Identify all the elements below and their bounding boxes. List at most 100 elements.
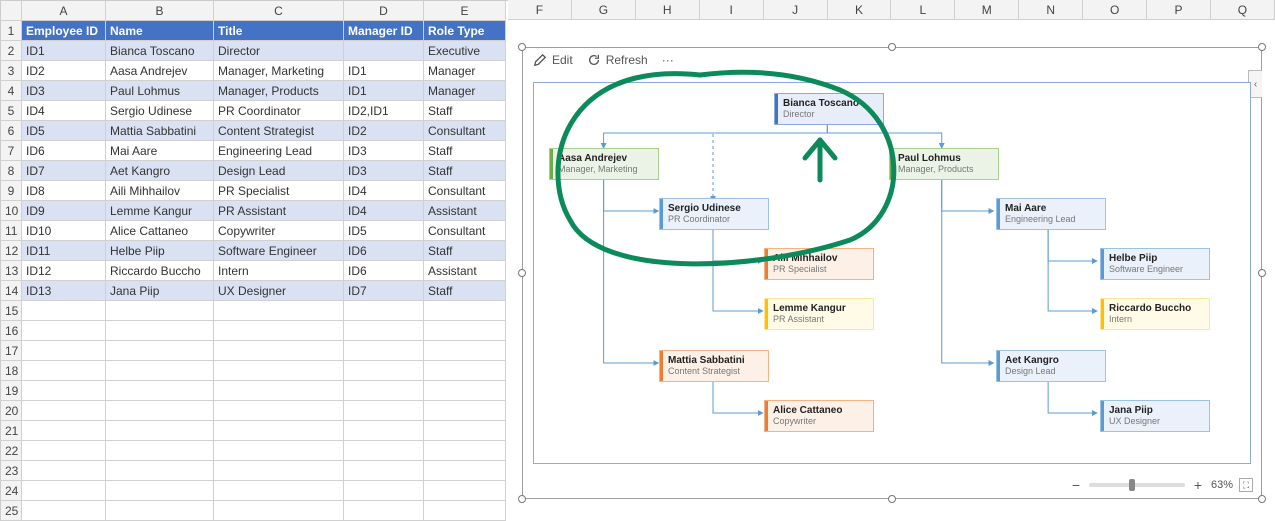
org-node-staff[interactable]: Mai AareEngineering Lead <box>996 198 1106 230</box>
cell[interactable] <box>22 401 106 421</box>
zoom-in-button[interactable]: + <box>1191 478 1205 492</box>
resize-handle[interactable] <box>1258 269 1266 277</box>
col-head-g[interactable]: G <box>572 0 636 20</box>
cell[interactable] <box>22 341 106 361</box>
cell[interactable] <box>106 481 214 501</box>
col-head-e[interactable]: E <box>424 1 506 21</box>
cell[interactable]: Consultant <box>424 121 506 141</box>
cell[interactable]: ID2,ID1 <box>344 101 424 121</box>
cell[interactable]: ID3 <box>344 161 424 181</box>
cell[interactable] <box>424 481 506 501</box>
chart-canvas[interactable]: Bianca ToscanoDirector Aasa AndrejevMana… <box>533 82 1251 464</box>
cell[interactable]: Executive <box>424 41 506 61</box>
col-head-f[interactable]: F <box>508 0 572 20</box>
header-cell[interactable]: Role Type <box>424 21 506 41</box>
header-cell[interactable]: Title <box>214 21 344 41</box>
cell[interactable] <box>214 361 344 381</box>
cell[interactable]: Assistant <box>424 201 506 221</box>
table-row[interactable]: 14ID13Jana PiipUX DesignerID7Staff <box>0 281 508 301</box>
cell[interactable]: Jana Piip <box>106 281 214 301</box>
org-node-manager[interactable]: Aasa AndrejevManager, Marketing <box>549 148 659 180</box>
cell[interactable] <box>22 461 106 481</box>
row-head[interactable]: 2 <box>0 41 22 61</box>
col-head-j[interactable]: J <box>764 0 828 20</box>
cell[interactable]: ID5 <box>344 221 424 241</box>
zoom-out-button[interactable]: − <box>1069 478 1083 492</box>
cell[interactable] <box>424 321 506 341</box>
row-head[interactable]: 11 <box>0 221 22 241</box>
cell[interactable]: ID7 <box>344 281 424 301</box>
col-head-l[interactable]: L <box>891 0 955 20</box>
cell[interactable] <box>214 321 344 341</box>
cell[interactable]: ID5 <box>22 121 106 141</box>
cell[interactable] <box>106 361 214 381</box>
table-row[interactable]: 13ID12Riccardo BucchoInternID6Assistant <box>0 261 508 281</box>
resize-handle[interactable] <box>888 43 896 51</box>
org-node-staff[interactable]: Jana PiipUX Designer <box>1100 400 1210 432</box>
row-head[interactable]: 13 <box>0 261 22 281</box>
cell[interactable] <box>344 401 424 421</box>
table-row[interactable]: 9ID8Aili MihhailovPR SpecialistID4Consul… <box>0 181 508 201</box>
cell[interactable]: Director <box>214 41 344 61</box>
row-head[interactable]: 5 <box>0 101 22 121</box>
spreadsheet-grid[interactable]: A B C D E 1Employee IDNameTitleManager I… <box>0 0 508 521</box>
cell[interactable] <box>344 421 424 441</box>
table-row[interactable]: 5ID4Sergio UdinesePR CoordinatorID2,ID1S… <box>0 101 508 121</box>
table-row[interactable]: 12ID11Helbe PiipSoftware EngineerID6Staf… <box>0 241 508 261</box>
cell[interactable] <box>106 421 214 441</box>
cell[interactable]: ID3 <box>344 141 424 161</box>
resize-handle[interactable] <box>518 43 526 51</box>
header-cell[interactable]: Manager ID <box>344 21 424 41</box>
row-head[interactable]: 8 <box>0 161 22 181</box>
cell[interactable]: Consultant <box>424 181 506 201</box>
cell[interactable] <box>106 401 214 421</box>
cell[interactable] <box>214 381 344 401</box>
org-node-consultant[interactable]: Aili MihhailovPR Specialist <box>764 248 874 280</box>
row-head[interactable]: 15 <box>0 301 22 321</box>
cell[interactable]: Consultant <box>424 221 506 241</box>
col-head-k[interactable]: K <box>828 0 892 20</box>
cell[interactable] <box>424 381 506 401</box>
header-cell[interactable]: Name <box>106 21 214 41</box>
row-head[interactable]: 4 <box>0 81 22 101</box>
cell[interactable]: PR Specialist <box>214 181 344 201</box>
row-head[interactable]: 22 <box>0 441 22 461</box>
org-node-consultant[interactable]: Mattia SabbatiniContent Strategist <box>659 350 769 382</box>
row-head[interactable]: 3 <box>0 61 22 81</box>
table-row[interactable]: 4ID3Paul LohmusManager, ProductsID1Manag… <box>0 81 508 101</box>
cell[interactable]: Staff <box>424 141 506 161</box>
row-head[interactable]: 18 <box>0 361 22 381</box>
col-headers-extra[interactable]: FGHIJKLMNOPQ <box>508 0 1275 20</box>
zoom-slider[interactable] <box>1089 483 1185 487</box>
cell[interactable]: ID6 <box>344 261 424 281</box>
cell[interactable]: Manager, Marketing <box>214 61 344 81</box>
cell[interactable] <box>344 501 424 521</box>
cell[interactable]: Content Strategist <box>214 121 344 141</box>
cell[interactable] <box>424 421 506 441</box>
table-row[interactable]: 8ID7Aet KangroDesign LeadID3Staff <box>0 161 508 181</box>
col-head-n[interactable]: N <box>1019 0 1083 20</box>
col-head-o[interactable]: O <box>1083 0 1147 20</box>
cell[interactable]: ID8 <box>22 181 106 201</box>
cell[interactable] <box>424 441 506 461</box>
table-row[interactable]: 6ID5Mattia SabbatiniContent StrategistID… <box>0 121 508 141</box>
cell[interactable] <box>106 461 214 481</box>
cell[interactable]: ID4 <box>22 101 106 121</box>
cell[interactable]: ID2 <box>344 121 424 141</box>
table-row[interactable]: 3ID2Aasa AndrejevManager, MarketingID1Ma… <box>0 61 508 81</box>
col-head-m[interactable]: M <box>955 0 1019 20</box>
cell[interactable]: ID3 <box>22 81 106 101</box>
row-head[interactable]: 10 <box>0 201 22 221</box>
cell[interactable] <box>106 501 214 521</box>
org-node-staff[interactable]: Sergio UdinesePR Coordinator <box>659 198 769 230</box>
cell[interactable] <box>344 441 424 461</box>
row-head[interactable]: 23 <box>0 461 22 481</box>
resize-handle[interactable] <box>1258 495 1266 503</box>
cell[interactable] <box>344 321 424 341</box>
org-node-director[interactable]: Bianca ToscanoDirector <box>774 93 884 125</box>
header-cell[interactable]: Employee ID <box>22 21 106 41</box>
cell[interactable]: Staff <box>424 281 506 301</box>
col-head-p[interactable]: P <box>1147 0 1211 20</box>
cell[interactable] <box>424 501 506 521</box>
cell[interactable]: Assistant <box>424 261 506 281</box>
